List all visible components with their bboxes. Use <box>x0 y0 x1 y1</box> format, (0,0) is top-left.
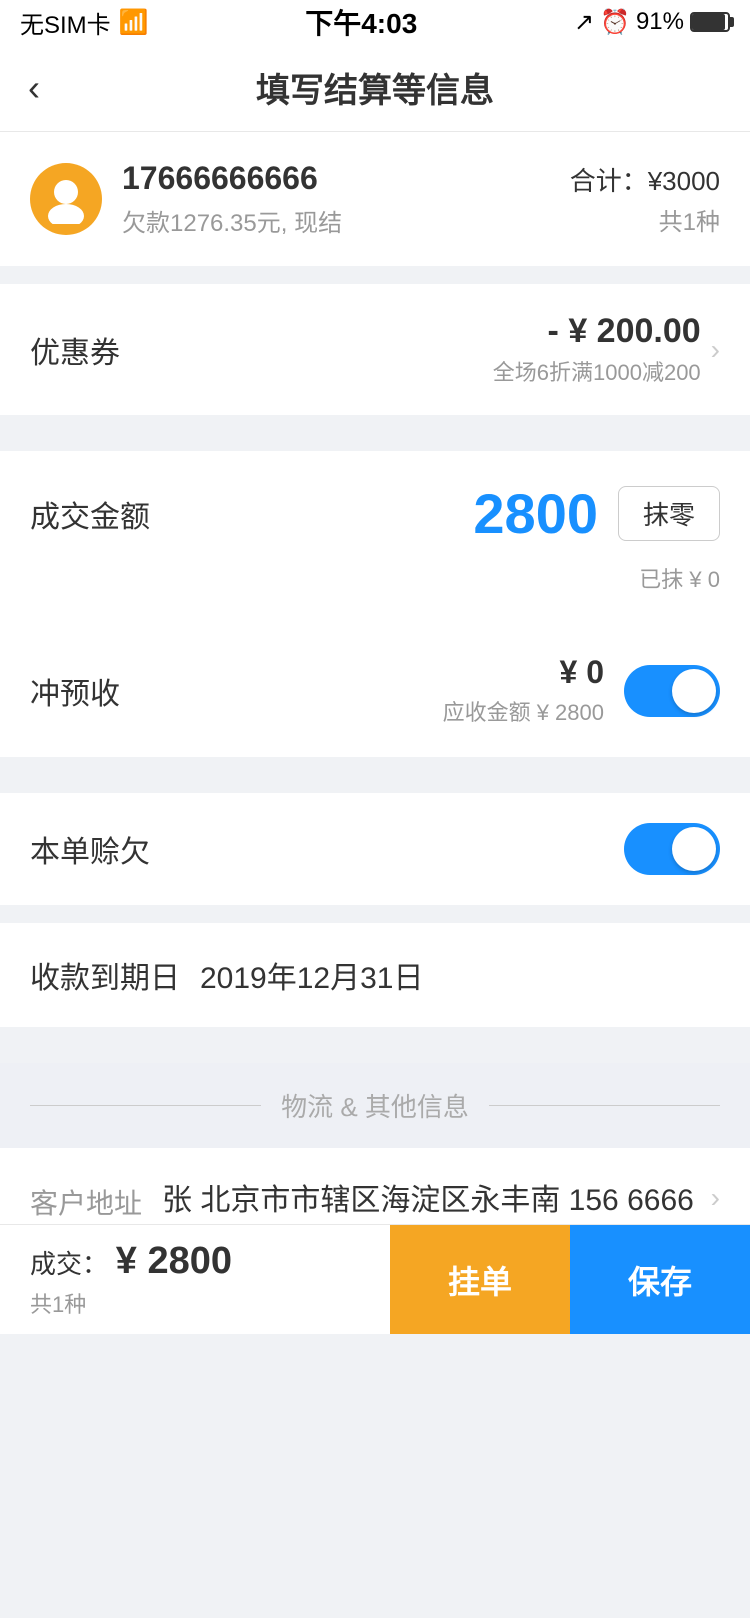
coupon-discount: - ¥ 200.00 <box>493 312 701 351</box>
prereceive-toggle[interactable] <box>624 665 720 717</box>
customer-info-section: 17666666666 欠款1276.35元, 现结 合计：¥3000 共1种 <box>0 132 750 266</box>
prereceive-row: 冲预收 ¥ 0 应收金额 ¥ 2800 <box>30 654 720 727</box>
alarm-icon: ⏰ <box>600 8 630 37</box>
due-date-label: 收款到期日 <box>30 953 180 997</box>
total-count: 共1种 <box>570 202 720 237</box>
toggle-knob <box>672 669 716 713</box>
divider-line-left <box>30 1105 261 1106</box>
prereceive-value-wrap: ¥ 0 应收金额 ¥ 2800 <box>443 654 604 727</box>
prereceive-label: 冲预收 <box>30 669 120 713</box>
carrier-text: 无SIM卡 <box>20 5 111 40</box>
back-button[interactable]: ‹ <box>28 67 40 109</box>
logistics-divider: 物流 & 其他信息 <box>0 1063 750 1148</box>
status-time: 下午4:03 <box>305 2 417 42</box>
amount-value: 2800 <box>473 481 598 546</box>
bottom-summary: 成交： ¥ 2800 共1种 <box>0 1240 390 1319</box>
amount-label: 成交金额 <box>30 492 150 536</box>
main-content: 17666666666 欠款1276.35元, 现结 合计：¥3000 共1种 … <box>0 132 750 1618</box>
section-gap-2 <box>0 757 750 775</box>
coupon-arrow-icon: › <box>711 334 720 366</box>
battery-bar <box>690 12 730 32</box>
bottom-buttons: 挂单 保存 <box>390 1225 750 1334</box>
nav-bar: ‹ 填写结算等信息 <box>0 44 750 132</box>
amount-row: 成交金额 2800 抹零 <box>30 481 720 546</box>
coupon-values: - ¥ 200.00 全场6折满1000减200 <box>493 312 701 387</box>
coupon-right: - ¥ 200.00 全场6折满1000减200 › <box>493 312 720 387</box>
coupon-description: 全场6折满1000减200 <box>493 355 701 387</box>
divider-line-right <box>489 1105 720 1106</box>
customer-debt: 欠款1276.35元, 现结 <box>122 203 342 238</box>
round-button[interactable]: 抹零 <box>618 486 720 541</box>
customer-phone: 17666666666 <box>122 160 342 197</box>
amount-section: 成交金额 2800 抹零 已抹 ¥ 0 <box>0 451 750 624</box>
amount-sub-text: 已抹 ¥ 0 <box>639 567 720 592</box>
amount-value-wrap: 2800 抹零 <box>473 481 720 546</box>
customer-total: 合计：¥3000 共1种 <box>570 161 720 237</box>
bottom-amount: ¥ 2800 <box>116 1240 232 1282</box>
battery-fill <box>692 14 725 30</box>
debit-toggle[interactable] <box>624 823 720 875</box>
battery-percent: 91% <box>636 8 684 36</box>
debit-label: 本单赊欠 <box>30 827 150 871</box>
bottom-bar: 成交： ¥ 2800 共1种 挂单 保存 <box>0 1224 750 1334</box>
coupon-section[interactable]: 优惠券 - ¥ 200.00 全场6折满1000减200 › <box>0 284 750 415</box>
total-label: 合计：¥3000 <box>570 161 720 198</box>
hang-button[interactable]: 挂单 <box>390 1225 570 1334</box>
prereceive-value: ¥ 0 <box>443 654 604 691</box>
save-button[interactable]: 保存 <box>570 1225 750 1334</box>
status-right: ↗ ⏰ 91% <box>574 8 730 37</box>
bottom-count: 共1种 <box>30 1287 360 1319</box>
address-arrow-icon: › <box>711 1178 720 1214</box>
status-left: 无SIM卡 📶 <box>20 5 149 40</box>
logistics-label: 物流 & 其他信息 <box>281 1087 469 1124</box>
debit-section: 本单赊欠 <box>0 793 750 905</box>
wifi-icon: 📶 <box>119 8 149 37</box>
prereceive-sub: 应收金额 ¥ 2800 <box>443 695 604 727</box>
avatar <box>30 163 102 235</box>
coupon-label: 优惠券 <box>30 328 120 372</box>
prereceive-right: ¥ 0 应收金额 ¥ 2800 <box>443 654 720 727</box>
debit-toggle-knob <box>672 827 716 871</box>
section-gap-3 <box>0 1045 750 1063</box>
section-gap-1 <box>0 433 750 451</box>
avatar-icon <box>41 174 91 224</box>
amount-sub-row: 已抹 ¥ 0 <box>30 562 720 594</box>
location-icon: ↗ <box>574 8 594 37</box>
prereceive-section: 冲预收 ¥ 0 应收金额 ¥ 2800 <box>0 624 750 757</box>
due-date-section: 收款到期日 2019年12月31日 <box>0 923 750 1027</box>
customer-left: 17666666666 欠款1276.35元, 现结 <box>30 160 342 238</box>
status-bar: 无SIM卡 📶 下午4:03 ↗ ⏰ 91% <box>0 0 750 44</box>
customer-details: 17666666666 欠款1276.35元, 现结 <box>122 160 342 238</box>
bottom-deal-label: 成交： <box>30 1249 108 1279</box>
bottom-deal-row: 成交： ¥ 2800 <box>30 1240 360 1283</box>
address-label: 客户地址 <box>30 1178 142 1222</box>
due-date-value: 2019年12月31日 <box>200 953 423 997</box>
page-title: 填写结算等信息 <box>256 63 494 112</box>
